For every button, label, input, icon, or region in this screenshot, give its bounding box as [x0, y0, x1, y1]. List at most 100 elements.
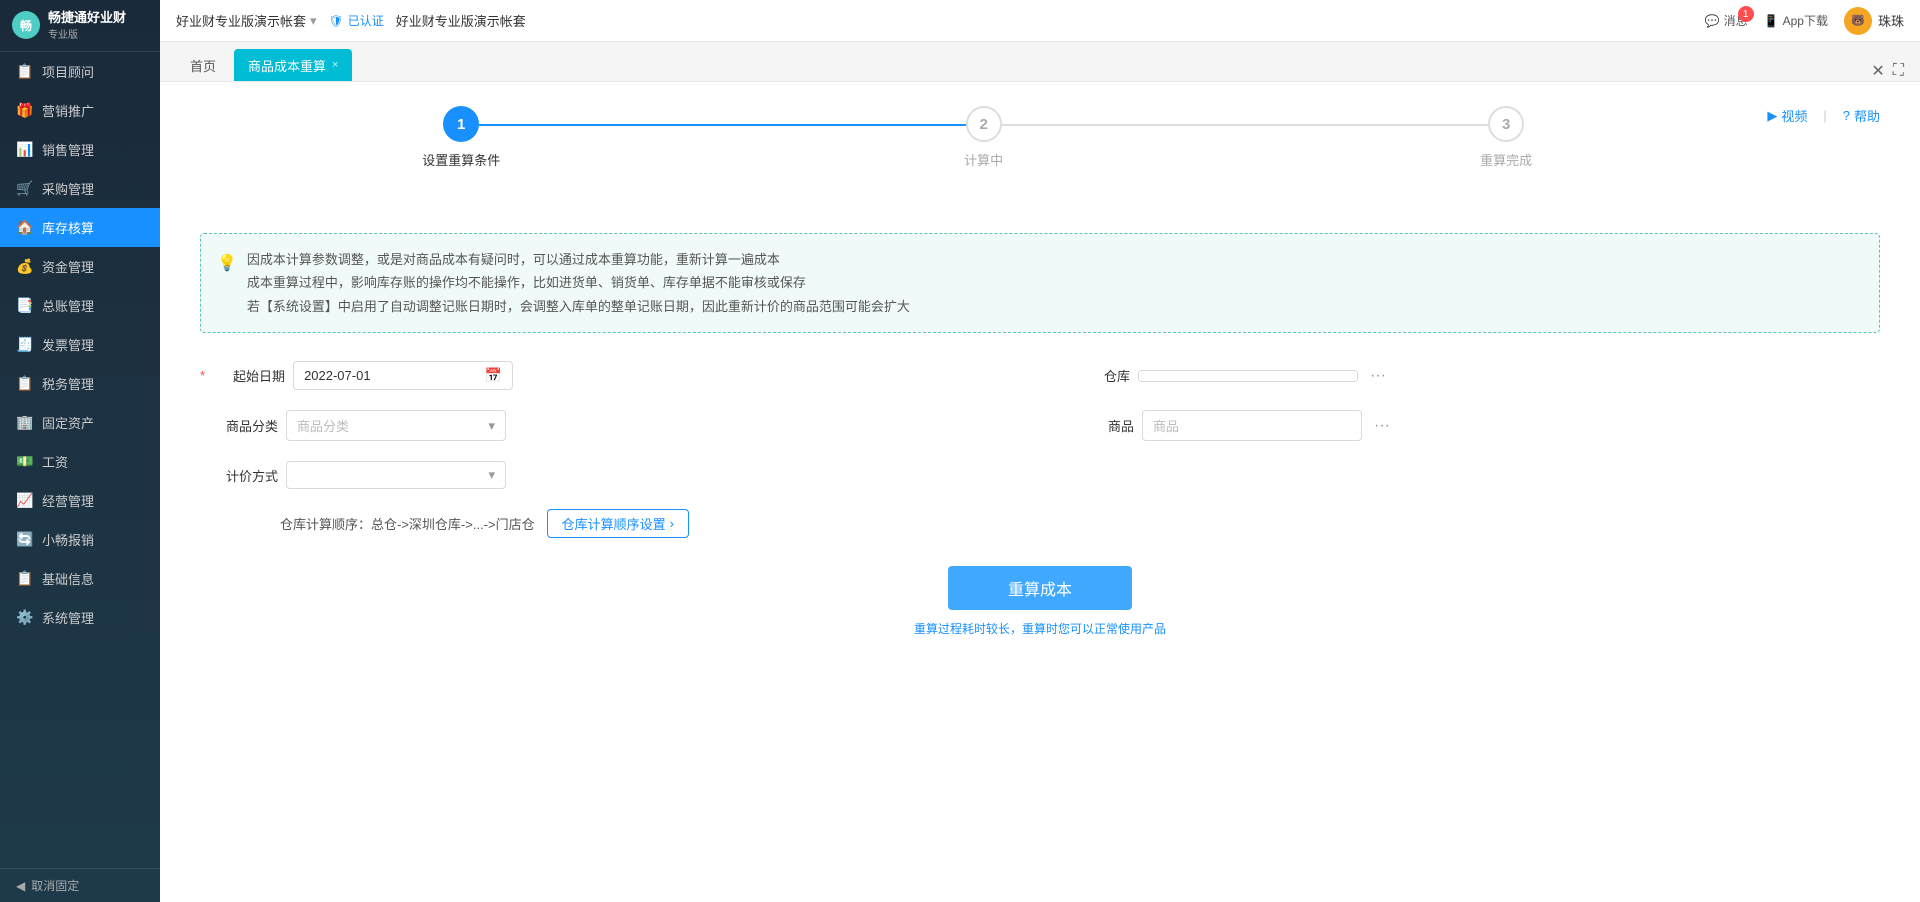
info-icon: 💡: [217, 250, 237, 318]
steps: 1 设置重算条件 2 计算中 3: [200, 106, 1767, 169]
finance-icon: 💰: [16, 257, 34, 275]
sidebar-item-label: 总账管理: [42, 296, 94, 315]
goods-input[interactable]: 商品: [1142, 410, 1362, 441]
calc-order-btn-label: 仓库计算顺序设置: [562, 514, 666, 533]
tabs-bar: 首页 商品成本重算 × ✕ ⛶: [160, 42, 1920, 82]
home-tab-label: 首页: [190, 56, 216, 75]
sidebar-item-label: 发票管理: [42, 335, 94, 354]
shield-icon: 🛡: [329, 14, 344, 28]
category-select[interactable]: 商品分类 ▾: [286, 410, 506, 441]
sidebar-item-label: 小畅报销: [42, 530, 94, 549]
sidebar-item-sales[interactable]: 📊 销售管理: [0, 130, 160, 169]
step2-label: 计算中: [964, 150, 1003, 169]
sidebar-item-project[interactable]: 📋 项目顾问: [0, 52, 160, 91]
invoice-icon: 🧾: [16, 335, 34, 353]
sidebar-item-label: 营销推广: [42, 101, 94, 120]
chevron-right-icon: ›: [670, 516, 674, 531]
sidebar-item-label: 项目顾问: [42, 62, 94, 81]
expand-window-icon[interactable]: ⛶: [1893, 62, 1904, 80]
warehouse-ellipsis-button[interactable]: ···: [1366, 367, 1390, 385]
sidebar-item-label: 资金管理: [42, 257, 94, 276]
tab-home[interactable]: 首页: [176, 49, 230, 81]
calc-order-row: 仓库计算顺序：总仓->深圳仓库->...->门店仓 仓库计算顺序设置 ›: [200, 509, 1880, 538]
user-avatar-area[interactable]: 🐻 珠珠: [1844, 7, 1904, 35]
category-field: 商品分类 商品分类 ▾: [200, 410, 1024, 441]
info-box: 💡 因成本计算参数调整，或是对商品成本有疑问时，可以通过成本重算功能，重新计算一…: [200, 233, 1880, 333]
accounting-icon: 📑: [16, 296, 34, 314]
step2-circle: 2: [966, 106, 1002, 142]
sidebar-item-tax[interactable]: 📋 税务管理: [0, 364, 160, 403]
warehouse-input[interactable]: [1138, 370, 1358, 382]
calc-order-settings-button[interactable]: 仓库计算顺序设置 ›: [547, 509, 689, 538]
info-content: 因成本计算参数调整，或是对商品成本有疑问时，可以通过成本重算功能，重新计算一遍成…: [247, 248, 910, 318]
tab-close-icon[interactable]: ×: [332, 59, 338, 71]
price-method-field: 计价方式 ▾: [200, 461, 1880, 489]
sidebar-item-biz[interactable]: 📈 经营管理: [0, 481, 160, 520]
required-star: *: [200, 368, 205, 383]
steps-help: ▶ 视频 | ? 帮助: [1767, 106, 1880, 125]
expense-icon: 🔄: [16, 530, 34, 548]
help-link[interactable]: ? 帮助: [1843, 106, 1880, 125]
phone-icon: 📱: [1764, 14, 1779, 28]
step1-circle: 1: [443, 106, 479, 142]
cancel-pin-label: 取消固定: [31, 877, 79, 894]
recalc-button[interactable]: 重算成本: [948, 566, 1132, 610]
step3-circle: 3: [1488, 106, 1524, 142]
goods-label: 商品: [1064, 416, 1134, 435]
sidebar-item-label: 经营管理: [42, 491, 94, 510]
calc-order-prefix: 仓库计算顺序：总仓->深圳仓库->...->门店仓: [280, 514, 535, 533]
sidebar-item-system[interactable]: ⚙️ 系统管理: [0, 598, 160, 637]
goods-field: 商品 商品 ···: [1024, 410, 1880, 441]
sidebar-item-invoice[interactable]: 🧾 发票管理: [0, 325, 160, 364]
sidebar-item-label: 采购管理: [42, 179, 94, 198]
topbar: 好业财专业版演示帐套 ▾ 🛡 已认证 好业财专业版演示帐套 💬 消息 1 📱 A…: [160, 0, 1920, 42]
chevron-down-icon: ▾: [488, 418, 495, 434]
app-logo: 畅 畅捷通好业财 专业版: [0, 0, 160, 52]
start-date-label: 起始日期: [215, 366, 285, 385]
avatar: 🐻: [1844, 7, 1872, 35]
step3-label: 重算完成: [1480, 150, 1532, 169]
main-area: 好业财专业版演示帐套 ▾ 🛡 已认证 好业财专业版演示帐套 💬 消息 1 📱 A…: [160, 0, 1920, 902]
message-button[interactable]: 💬 消息 1: [1705, 12, 1748, 29]
form-row-1: * 起始日期 2022-07-01 📅 仓库 ···: [200, 361, 1880, 390]
tax-icon: 📋: [16, 374, 34, 392]
sidebar-item-expense[interactable]: 🔄 小畅报销: [0, 520, 160, 559]
form-row-3: 计价方式 ▾: [200, 461, 1880, 489]
price-method-select[interactable]: ▾: [286, 461, 506, 489]
system-icon: ⚙️: [16, 608, 34, 626]
message-icon: 💬: [1705, 14, 1720, 28]
video-link[interactable]: ▶ 视频: [1767, 106, 1807, 125]
sidebar-item-salary[interactable]: 💵 工资: [0, 442, 160, 481]
sidebar-item-finance[interactable]: 💰 资金管理: [0, 247, 160, 286]
sidebar-item-asset[interactable]: 🏢 固定资产: [0, 403, 160, 442]
step1-label: 设置重算条件: [422, 150, 500, 169]
tab-recalc[interactable]: 商品成本重算 ×: [234, 49, 352, 81]
category-label: 商品分类: [208, 416, 278, 435]
account-select[interactable]: 好业财专业版演示帐套 ▾: [176, 11, 317, 30]
price-method-label: 计价方式: [208, 466, 278, 485]
goods-ellipsis-button[interactable]: ···: [1370, 417, 1394, 435]
sidebar-item-purchase[interactable]: 🛒 采购管理: [0, 169, 160, 208]
goods-placeholder: 商品: [1153, 416, 1351, 435]
start-date-value: 2022-07-01: [304, 368, 477, 383]
page-content: 1 设置重算条件 2 计算中 3: [160, 82, 1920, 902]
app-download-button[interactable]: 📱 App下载: [1764, 12, 1828, 29]
sidebar-item-marketing[interactable]: 🎁 营销推广: [0, 91, 160, 130]
close-window-icon[interactable]: ✕: [1871, 61, 1884, 81]
user-name: 珠珠: [1878, 11, 1904, 30]
sidebar-item-accounting[interactable]: 📑 总账管理: [0, 286, 160, 325]
cancel-pin-button[interactable]: ◀ 取消固定: [0, 868, 160, 902]
info-line-3: 若【系统设置】中启用了自动调整记账日期时，会调整入库单的整单记账日期，因此重新计…: [247, 295, 910, 318]
recalc-note: 重算过程耗时较长，重算时您可以正常使用产品: [914, 620, 1166, 637]
company-name: 好业财专业版演示帐套: [396, 11, 526, 30]
marketing-icon: 🎁: [16, 101, 34, 119]
sales-icon: 📊: [16, 140, 34, 158]
info-line-1: 因成本计算参数调整，或是对商品成本有疑问时，可以通过成本重算功能，重新计算一遍成…: [247, 248, 910, 271]
steps-area: 1 设置重算条件 2 计算中 3: [200, 106, 1880, 201]
sidebar-item-label: 基础信息: [42, 569, 94, 588]
inventory-icon: 🏠: [16, 218, 34, 236]
sidebar-item-inventory[interactable]: 🏠 库存核算: [0, 208, 160, 247]
step-1: 1 设置重算条件: [200, 106, 722, 169]
sidebar-item-basic[interactable]: 📋 基础信息: [0, 559, 160, 598]
start-date-input[interactable]: 2022-07-01 📅: [293, 361, 513, 390]
